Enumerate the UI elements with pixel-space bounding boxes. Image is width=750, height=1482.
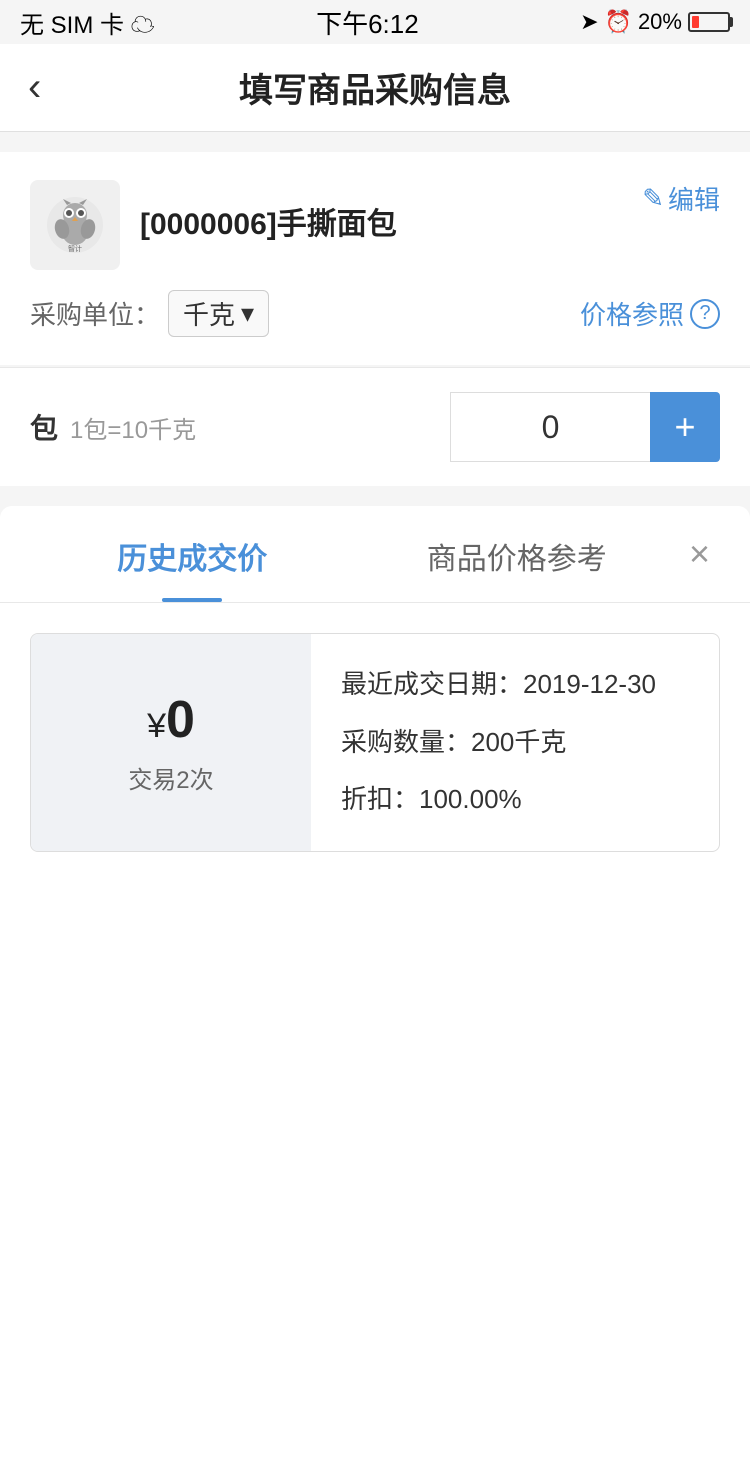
price-amount: ¥0 [147,690,195,750]
nav-bar: ‹ 填写商品采购信息 [0,44,750,132]
edit-button[interactable]: ✎ 编辑 [642,180,720,217]
currency-symbol: ¥ [147,707,166,745]
help-icon: ? [690,299,720,329]
quantity-row: 包 1包=10千克 0 + [0,368,750,486]
status-right: ➤ ⏰ 20% [580,9,730,35]
page-title: 填写商品采购信息 [239,63,511,112]
battery-icon [688,12,730,32]
product-thumbnail: 智计 [30,180,120,270]
tab-close-button[interactable]: × [679,523,720,585]
status-bar: 无 SIM 卡 ☁ 下午6:12 ➤ ⏰ 20% [0,0,750,44]
chevron-down-icon: ▾ [241,298,254,329]
quantity-section: 包 1包=10千克 0 + [0,367,750,486]
unit-select-dropdown[interactable]: 千克 ▾ [168,290,269,337]
product-name: [0000006]手撕面包 [140,204,397,246]
discount-row: 折扣：100.00% [341,779,689,821]
status-time: 下午6:12 [316,4,419,41]
price-reference-button[interactable]: 价格参照 ? [580,295,720,332]
unit-conversion: 1包=10千克 [70,410,196,445]
tabs-section: 历史成交价 商品价格参考 × ¥0 交易2次 最近成交日期：2019-12-30… [0,506,750,1482]
bottom-space [0,882,750,1482]
unit-selector-group: 采购单位： 千克 ▾ [30,290,269,337]
price-right-panel: 最近成交日期：2019-12-30 采购数量：200千克 折扣：100.00% [311,634,719,851]
quantity-unit-info: 包 1包=10千克 [30,407,196,447]
product-card: 智计 [0000006]手撕面包 ✎ 编辑 采购单位： 千克 ▾ 价格参照 ? [0,152,750,365]
battery-fill [692,16,699,28]
edit-icon: ✎ [642,183,664,214]
price-left-panel: ¥0 交易2次 [31,634,311,851]
recent-date-row: 最近成交日期：2019-12-30 [341,664,689,706]
quantity-plus-button[interactable]: + [650,392,720,462]
trade-count: 交易2次 [128,760,213,795]
back-button[interactable]: ‹ [28,65,41,110]
alarm-icon: ⏰ [605,9,632,35]
price-card: ¥0 交易2次 最近成交日期：2019-12-30 采购数量：200千克 折扣：… [30,633,720,852]
quantity-input[interactable]: 0 [450,392,650,462]
tab-price-reference[interactable]: 商品价格参考 [354,506,678,602]
location-icon: ➤ [580,9,598,35]
product-logo: 智计 [45,195,105,255]
svg-text:智计: 智计 [68,244,82,253]
product-left: 智计 [0000006]手撕面包 [30,180,397,270]
purchase-qty-row: 采购数量：200千克 [341,722,689,764]
unit-badge: 包 [30,407,58,447]
battery-percent: 20% [638,9,682,35]
unit-label: 采购单位： [30,295,160,332]
tabs-header: 历史成交价 商品价格参考 × [0,506,750,603]
status-left: 无 SIM 卡 ☁ [20,5,155,40]
sim-label: 无 SIM 卡 ☁ [20,5,155,40]
quantity-controls: 0 + [450,392,720,462]
product-unit-row: 采购单位： 千克 ▾ 价格参照 ? [30,290,720,337]
product-header: 智计 [0000006]手撕面包 ✎ 编辑 [30,180,720,270]
tab-history-price[interactable]: 历史成交价 [30,506,354,602]
